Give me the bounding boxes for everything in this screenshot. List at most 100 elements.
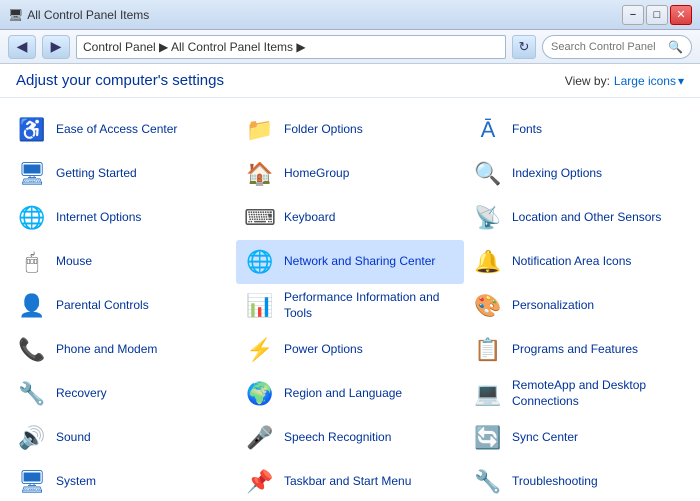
close-button[interactable]: ✕	[670, 5, 692, 25]
maximize-button[interactable]: □	[646, 5, 668, 25]
items-container[interactable]: ♿ Ease of Access Center 📁 Folder Options Ā Fo…	[0, 98, 700, 501]
region-language-icon: 🌍	[244, 378, 276, 410]
phone-modem-icon: 📞	[16, 334, 48, 366]
system-label: System	[56, 474, 96, 490]
title-bar-left: 🖥 All Control Panel Items	[8, 8, 149, 22]
item-programs-features[interactable]: 📋 Programs and Features	[464, 328, 692, 372]
speech-recognition-label: Speech Recognition	[284, 430, 391, 446]
programs-features-label: Programs and Features	[512, 342, 638, 358]
item-system[interactable]: 🖥 System	[8, 460, 236, 501]
system-icon: 🖥	[16, 466, 48, 498]
notification-icons-icon: 🔔	[472, 246, 504, 278]
view-by-value[interactable]: Large icons ▾	[614, 74, 684, 88]
mouse-icon: 🖱	[16, 246, 48, 278]
item-performance-info[interactable]: 📊Performance Information and Tools	[236, 284, 464, 328]
power-options-label: Power Options	[284, 342, 363, 358]
address-path[interactable]: Control Panel ▶ All Control Panel Items …	[76, 35, 506, 59]
item-getting-started[interactable]: 🖥 Getting Started	[8, 152, 236, 196]
personalization-icon: 🎨	[472, 290, 504, 322]
performance-info-label: Performance Information and Tools	[284, 290, 456, 321]
troubleshooting-icon: 🔧	[472, 466, 504, 498]
phone-modem-label: Phone and Modem	[56, 342, 157, 358]
item-taskbar-start[interactable]: 📌 Taskbar and Start Menu	[236, 460, 464, 501]
content-header: Adjust your computer's settings View by:…	[0, 64, 700, 98]
view-by: View by: Large icons ▾	[565, 74, 684, 88]
item-location-sensors[interactable]: 📡Location and Other Sensors	[464, 196, 692, 240]
taskbar-start-label: Taskbar and Start Menu	[284, 474, 411, 490]
notification-icons-label: Notification Area Icons	[512, 254, 631, 270]
title-bar: 🖥 All Control Panel Items − □ ✕	[0, 0, 700, 30]
recovery-label: Recovery	[56, 386, 107, 402]
window-icon: 🖥	[8, 8, 23, 22]
item-notification-icons[interactable]: 🔔 Notification Area Icons	[464, 240, 692, 284]
indexing-options-icon: 🔍	[472, 158, 504, 190]
getting-started-label: Getting Started	[56, 166, 137, 182]
recovery-icon: 🔧	[16, 378, 48, 410]
item-keyboard[interactable]: ⌨ Keyboard	[236, 196, 464, 240]
item-homegroup[interactable]: 🏠 HomeGroup	[236, 152, 464, 196]
item-parental-controls[interactable]: 👤Parental Controls	[8, 284, 236, 328]
internet-options-icon: 🌐	[16, 202, 48, 234]
back-button[interactable]: ◀	[8, 35, 36, 59]
item-folder-options[interactable]: 📁 Folder Options	[236, 108, 464, 152]
keyboard-label: Keyboard	[284, 210, 335, 226]
folder-options-label: Folder Options	[284, 122, 363, 138]
item-speech-recognition[interactable]: 🎤 Speech Recognition	[236, 416, 464, 460]
item-troubleshooting[interactable]: 🔧 Troubleshooting	[464, 460, 692, 501]
region-language-label: Region and Language	[284, 386, 402, 402]
item-recovery[interactable]: 🔧 Recovery	[8, 372, 236, 416]
item-phone-modem[interactable]: 📞 Phone and Modem	[8, 328, 236, 372]
window-title: All Control Panel Items	[27, 8, 149, 22]
troubleshooting-label: Troubleshooting	[512, 474, 598, 490]
search-box[interactable]: 🔍	[542, 35, 692, 59]
getting-started-icon: 🖥	[16, 158, 48, 190]
parental-controls-label: Parental Controls	[56, 298, 149, 314]
mouse-label: Mouse	[56, 254, 92, 270]
item-fonts[interactable]: Ā Fonts	[464, 108, 692, 152]
item-indexing-options[interactable]: 🔍 Indexing Options	[464, 152, 692, 196]
search-input[interactable]	[551, 41, 664, 53]
internet-options-label: Internet Options	[56, 210, 141, 226]
items-grid: ♿ Ease of Access Center 📁 Folder Options Ā Fo…	[0, 104, 700, 501]
remoteapp-icon: 💻	[472, 378, 504, 410]
keyboard-icon: ⌨	[244, 202, 276, 234]
item-power-options[interactable]: ⚡ Power Options	[236, 328, 464, 372]
minimize-button[interactable]: −	[622, 5, 644, 25]
sync-center-icon: 🔄	[472, 422, 504, 454]
item-mouse[interactable]: 🖱 Mouse	[8, 240, 236, 284]
fonts-label: Fonts	[512, 122, 542, 138]
forward-button[interactable]: ▶	[42, 35, 70, 59]
homegroup-icon: 🏠	[244, 158, 276, 190]
item-ease-of-access[interactable]: ♿ Ease of Access Center	[8, 108, 236, 152]
page-title: Adjust your computer's settings	[16, 72, 224, 89]
main-content: Adjust your computer's settings View by:…	[0, 64, 700, 501]
network-sharing-label: Network and Sharing Center	[284, 254, 435, 270]
address-bar: ◀ ▶ Control Panel ▶ All Control Panel It…	[0, 30, 700, 64]
speech-recognition-icon: 🎤	[244, 422, 276, 454]
indexing-options-label: Indexing Options	[512, 166, 602, 182]
item-internet-options[interactable]: 🌐 Internet Options	[8, 196, 236, 240]
item-sync-center[interactable]: 🔄Sync Center	[464, 416, 692, 460]
power-options-icon: ⚡	[244, 334, 276, 366]
ease-of-access-label: Ease of Access Center	[56, 122, 177, 138]
programs-features-icon: 📋	[472, 334, 504, 366]
item-network-sharing[interactable]: 🌐 Network and Sharing Center	[236, 240, 464, 284]
personalization-label: Personalization	[512, 298, 594, 314]
folder-options-icon: 📁	[244, 114, 276, 146]
refresh-button[interactable]: ↻	[512, 35, 536, 59]
item-personalization[interactable]: 🎨 Personalization	[464, 284, 692, 328]
item-region-language[interactable]: 🌍 Region and Language	[236, 372, 464, 416]
title-bar-buttons: − □ ✕	[622, 5, 692, 25]
item-remoteapp[interactable]: 💻 RemoteApp and Desktop Connections	[464, 372, 692, 416]
remoteapp-label: RemoteApp and Desktop Connections	[512, 378, 684, 409]
homegroup-label: HomeGroup	[284, 166, 349, 182]
network-sharing-icon: 🌐	[244, 246, 276, 278]
item-sound[interactable]: 🔊Sound	[8, 416, 236, 460]
search-icon: 🔍	[668, 40, 683, 54]
sound-icon: 🔊	[16, 422, 48, 454]
taskbar-start-icon: 📌	[244, 466, 276, 498]
ease-of-access-icon: ♿	[16, 114, 48, 146]
location-sensors-label: Location and Other Sensors	[512, 210, 661, 226]
fonts-icon: Ā	[472, 114, 504, 146]
chevron-down-icon: ▾	[678, 74, 684, 88]
